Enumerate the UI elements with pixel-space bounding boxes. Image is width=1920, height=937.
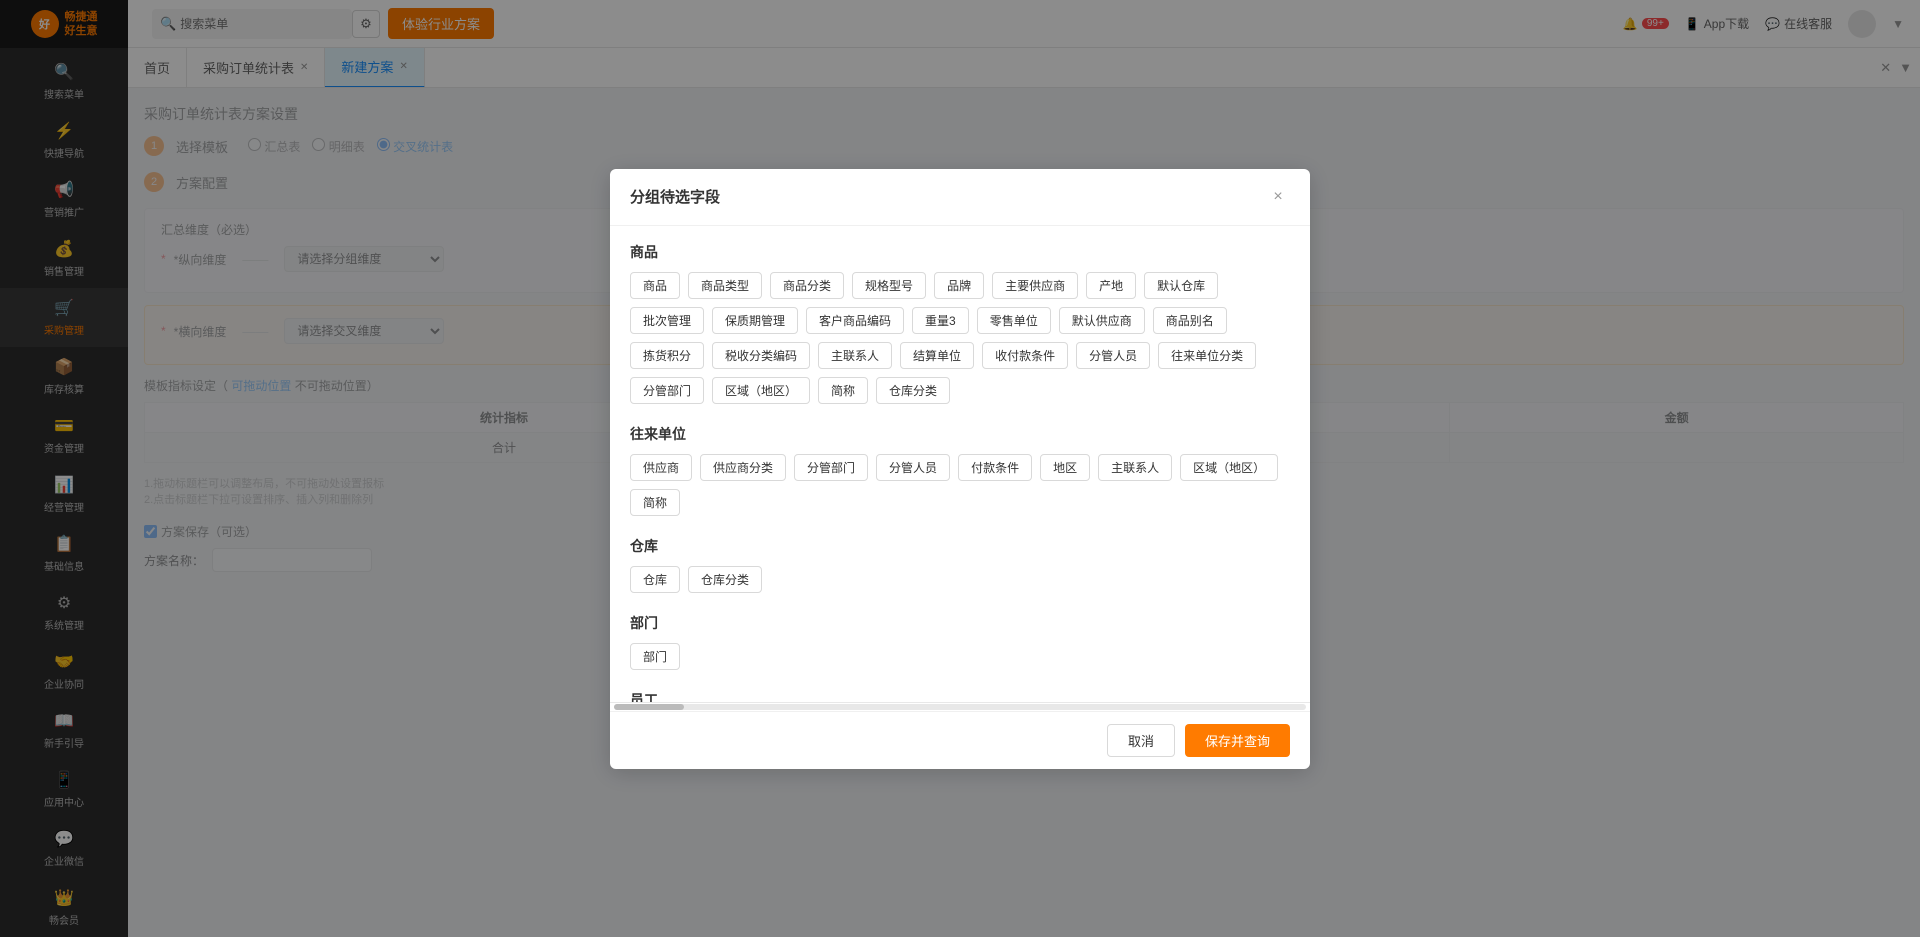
field-tag-partner-1[interactable]: 供应商分类 — [700, 454, 786, 481]
field-tag-partner-7[interactable]: 区域（地区） — [1180, 454, 1278, 481]
field-tag-warehouse-1[interactable]: 仓库分类 — [688, 566, 762, 593]
modal-hscroll[interactable] — [610, 702, 1310, 711]
field-tag-partner-2[interactable]: 分管部门 — [794, 454, 868, 481]
section-title-department: 部门 — [630, 613, 1290, 633]
field-tag-partner-4[interactable]: 付款条件 — [958, 454, 1032, 481]
field-tag-product-5[interactable]: 主要供应商 — [992, 272, 1078, 299]
field-tag-product-4[interactable]: 品牌 — [934, 272, 984, 299]
modal-dialog: 分组待选字段 × 商品商品商品类型商品分类规格型号品牌主要供应商产地默认仓库批次… — [610, 169, 1310, 769]
field-tag-product-19[interactable]: 收付款条件 — [982, 342, 1068, 369]
field-tag-product-25[interactable]: 仓库分类 — [876, 377, 950, 404]
field-tag-partner-6[interactable]: 主联系人 — [1098, 454, 1172, 481]
field-tag-product-24[interactable]: 简称 — [818, 377, 868, 404]
section-title-employee: 员工 — [630, 690, 1290, 702]
field-tag-partner-5[interactable]: 地区 — [1040, 454, 1090, 481]
section-employee: 员工业务员 — [630, 690, 1290, 702]
field-tags-product: 商品商品类型商品分类规格型号品牌主要供应商产地默认仓库批次管理保质期管理客户商品… — [630, 272, 1290, 404]
field-tag-product-20[interactable]: 分管人员 — [1076, 342, 1150, 369]
modal-header: 分组待选字段 × — [610, 169, 1310, 226]
field-tag-product-8[interactable]: 批次管理 — [630, 307, 704, 334]
field-tag-product-13[interactable]: 默认供应商 — [1059, 307, 1145, 334]
section-warehouse: 仓库仓库仓库分类 — [630, 536, 1290, 593]
section-title-partner: 往来单位 — [630, 424, 1290, 444]
modal-overlay: 分组待选字段 × 商品商品商品类型商品分类规格型号品牌主要供应商产地默认仓库批次… — [0, 0, 1920, 937]
section-department: 部门部门 — [630, 613, 1290, 670]
field-tag-product-6[interactable]: 产地 — [1086, 272, 1136, 299]
field-tag-product-0[interactable]: 商品 — [630, 272, 680, 299]
field-tag-product-10[interactable]: 客户商品编码 — [806, 307, 904, 334]
field-tag-product-15[interactable]: 拣货积分 — [630, 342, 704, 369]
modal-close-icon[interactable]: × — [1266, 185, 1290, 209]
field-tag-product-16[interactable]: 税收分类编码 — [712, 342, 810, 369]
modal-title: 分组待选字段 — [630, 186, 720, 207]
section-title-product: 商品 — [630, 242, 1290, 262]
save-button[interactable]: 保存并查询 — [1185, 724, 1290, 757]
field-tag-product-1[interactable]: 商品类型 — [688, 272, 762, 299]
field-tag-product-23[interactable]: 区域（地区） — [712, 377, 810, 404]
field-tag-product-3[interactable]: 规格型号 — [852, 272, 926, 299]
field-tags-warehouse: 仓库仓库分类 — [630, 566, 1290, 593]
section-partner: 往来单位供应商供应商分类分管部门分管人员付款条件地区主联系人区域（地区） 简称 — [630, 424, 1290, 516]
section-product: 商品商品商品类型商品分类规格型号品牌主要供应商产地默认仓库批次管理保质期管理客户… — [630, 242, 1290, 404]
field-tags-department: 部门 — [630, 643, 1290, 670]
field-tag-product-7[interactable]: 默认仓库 — [1144, 272, 1218, 299]
modal-body[interactable]: 商品商品商品类型商品分类规格型号品牌主要供应商产地默认仓库批次管理保质期管理客户… — [610, 226, 1310, 702]
field-tags-partner: 供应商供应商分类分管部门分管人员付款条件地区主联系人区域（地区） 简称 — [630, 454, 1290, 516]
field-tag-product-14[interactable]: 商品别名 — [1153, 307, 1227, 334]
field-tag-warehouse-0[interactable]: 仓库 — [630, 566, 680, 593]
field-tag-product-21[interactable]: 往来单位分类 — [1158, 342, 1256, 369]
field-tag-department-0[interactable]: 部门 — [630, 643, 680, 670]
field-tag-product-12[interactable]: 零售单位 — [977, 307, 1051, 334]
modal-footer: 取消 保存并查询 — [610, 711, 1310, 769]
field-tag-product-17[interactable]: 主联系人 — [818, 342, 892, 369]
field-tag-product-22[interactable]: 分管部门 — [630, 377, 704, 404]
field-tag-product-11[interactable]: 重量3 — [912, 307, 969, 334]
field-tag-partner-0[interactable]: 供应商 — [630, 454, 692, 481]
field-tag-product-18[interactable]: 结算单位 — [900, 342, 974, 369]
field-tag-partner-8[interactable]: 简称 — [630, 489, 680, 516]
field-tag-product-2[interactable]: 商品分类 — [770, 272, 844, 299]
cancel-button[interactable]: 取消 — [1107, 724, 1175, 757]
field-tag-product-9[interactable]: 保质期管理 — [712, 307, 798, 334]
hscroll-track — [614, 704, 1306, 710]
field-tag-partner-3[interactable]: 分管人员 — [876, 454, 950, 481]
section-title-warehouse: 仓库 — [630, 536, 1290, 556]
hscroll-thumb — [614, 704, 684, 710]
